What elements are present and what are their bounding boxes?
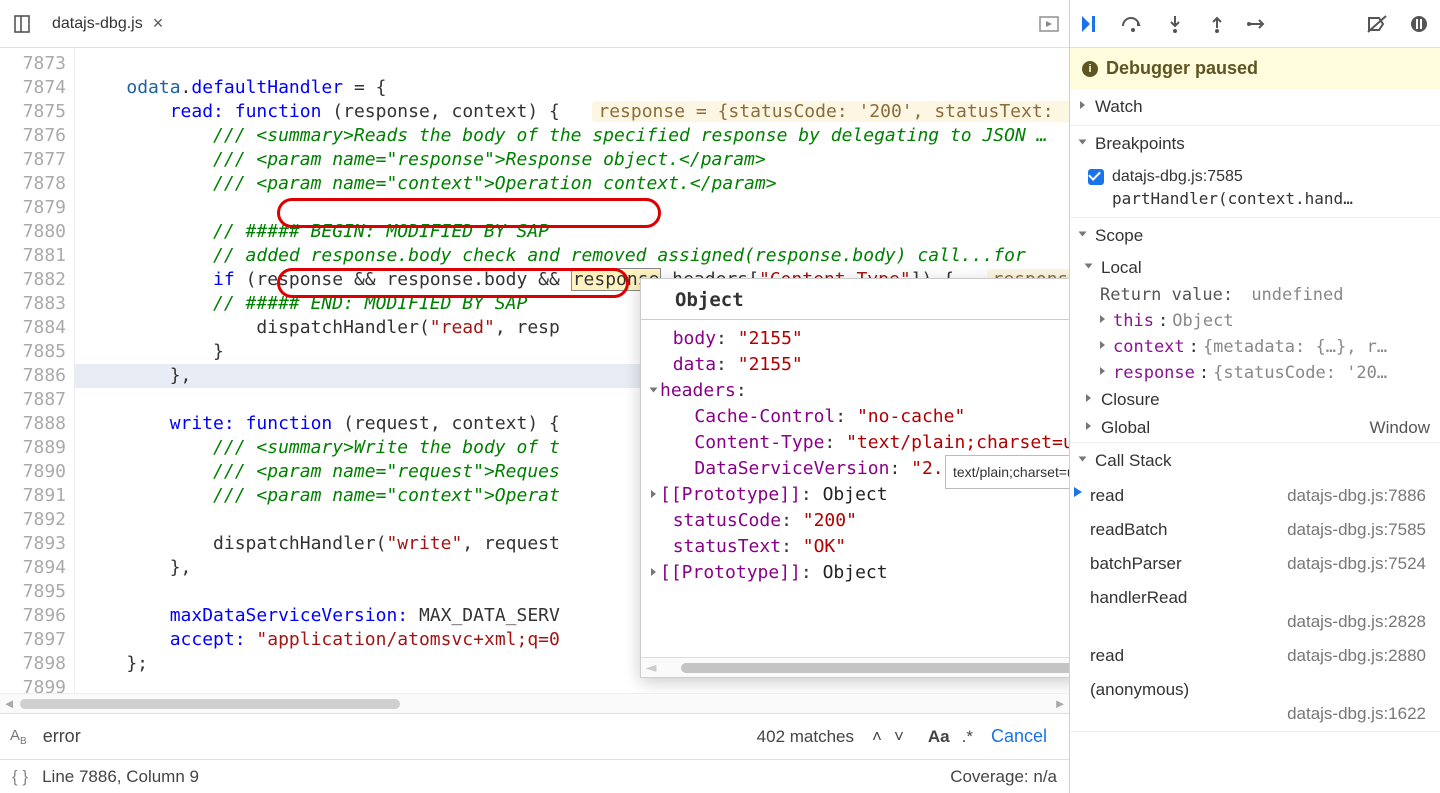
scroll-left-icon[interactable]: ◄ bbox=[0, 696, 18, 711]
code-editor[interactable]: 7873787478757876787778787879788078817882… bbox=[0, 48, 1069, 693]
close-tab-icon[interactable]: × bbox=[153, 13, 164, 34]
callstack-frame[interactable]: readdatajs-dbg.js:7886 bbox=[1070, 479, 1440, 513]
scope-global-value: Window bbox=[1370, 418, 1430, 438]
case-sensitive-button[interactable]: Aa bbox=[928, 727, 950, 747]
callstack-frame[interactable]: handlerReaddatajs-dbg.js:2828 bbox=[1070, 581, 1440, 639]
scope-closure-label: Closure bbox=[1101, 390, 1160, 410]
chevron-down-icon bbox=[1079, 140, 1087, 145]
step-over-button[interactable] bbox=[1120, 11, 1146, 37]
step-into-button[interactable] bbox=[1162, 11, 1188, 37]
info-icon: i bbox=[1082, 61, 1098, 77]
resume-button[interactable] bbox=[1078, 11, 1104, 37]
scope-local-header[interactable]: Local bbox=[1070, 254, 1440, 282]
file-tab[interactable]: datajs-dbg.js × bbox=[40, 0, 175, 47]
scope-variable[interactable]: context: {metadata: {…}, r… bbox=[1070, 334, 1440, 360]
scrollbar-thumb[interactable] bbox=[681, 663, 1069, 673]
search-bar: AB 402 matches ˄ ˅ Aa .* Cancel bbox=[0, 713, 1069, 759]
popup-body[interactable]: body: "2155" data: "2155"headers: Cache-… bbox=[641, 320, 1069, 657]
watch-section-header[interactable]: Watch bbox=[1070, 89, 1440, 125]
chevron-right-icon bbox=[1086, 394, 1091, 402]
object-inspector-popup[interactable]: Object body: "2155" data: "2155"headers:… bbox=[640, 278, 1069, 678]
debugger-toolbar bbox=[1070, 0, 1440, 48]
debugger-panel: i Debugger paused Watch Breakpoints data… bbox=[1070, 0, 1440, 793]
popup-title: Object bbox=[641, 279, 1069, 320]
coverage-label: Coverage: n/a bbox=[950, 767, 1057, 787]
callstack-frame[interactable]: readdatajs-dbg.js:2880 bbox=[1070, 639, 1440, 673]
search-matches-label: 402 matches bbox=[757, 727, 854, 747]
breakpoints-section-label: Breakpoints bbox=[1095, 134, 1185, 154]
watch-section-label: Watch bbox=[1095, 97, 1143, 117]
chevron-right-icon bbox=[1086, 422, 1091, 430]
scope-global-label: Global bbox=[1101, 418, 1150, 438]
chevron-right-icon bbox=[1080, 101, 1085, 109]
show-function-icon[interactable] bbox=[1037, 12, 1061, 36]
step-out-button[interactable] bbox=[1204, 11, 1230, 37]
tabs-bar: datajs-dbg.js × bbox=[0, 0, 1069, 48]
scrollbar-thumb[interactable] bbox=[20, 699, 400, 709]
line-gutter: 7873787478757876787778787879788078817882… bbox=[0, 48, 75, 693]
deactivate-breakpoints-button[interactable] bbox=[1364, 11, 1390, 37]
scope-variable[interactable]: this: Object bbox=[1070, 308, 1440, 334]
regex-button[interactable]: .* bbox=[962, 727, 973, 747]
file-navigator-button[interactable] bbox=[12, 12, 36, 36]
pause-on-exceptions-button[interactable] bbox=[1406, 11, 1432, 37]
callstack-frame[interactable]: (anonymous)datajs-dbg.js:1622 bbox=[1070, 673, 1440, 731]
file-tab-label: datajs-dbg.js bbox=[52, 15, 143, 33]
next-match-button[interactable]: ˅ bbox=[894, 727, 904, 747]
scope-section-header[interactable]: Scope bbox=[1070, 218, 1440, 254]
code-content[interactable]: odata.defaultHandler = { read: function … bbox=[75, 48, 1069, 693]
code-scrollbar-horizontal[interactable]: ◄ ► bbox=[0, 693, 1069, 713]
step-button[interactable] bbox=[1246, 11, 1272, 37]
status-bar: { } Line 7886, Column 9 Coverage: n/a bbox=[0, 759, 1069, 793]
chevron-down-icon bbox=[1079, 457, 1087, 462]
breakpoint-checkbox[interactable] bbox=[1088, 169, 1104, 185]
scope-return-value: Return value: undefined bbox=[1070, 282, 1440, 308]
callstack-section-header[interactable]: Call Stack bbox=[1070, 443, 1440, 479]
scope-local-label: Local bbox=[1101, 258, 1142, 278]
value-tooltip: text/plain;charset=utf-8 bbox=[945, 455, 1069, 489]
scope-closure-header[interactable]: Closure bbox=[1070, 386, 1440, 414]
cancel-search-button[interactable]: Cancel bbox=[991, 726, 1047, 747]
scroll-left-icon[interactable]: ◄ bbox=[641, 657, 661, 678]
scope-variable[interactable]: response: {statusCode: '20… bbox=[1070, 360, 1440, 386]
cursor-position-label: Line 7886, Column 9 bbox=[42, 767, 199, 787]
pretty-print-icon[interactable]: { } bbox=[12, 767, 28, 787]
scope-global-header[interactable]: Global Window bbox=[1070, 414, 1440, 442]
breakpoint-item[interactable]: datajs-dbg.js:7585partHandler(context.ha… bbox=[1070, 162, 1440, 217]
chevron-down-icon bbox=[1085, 264, 1093, 269]
debugger-paused-banner: i Debugger paused bbox=[1070, 48, 1440, 89]
callstack-frame[interactable]: readBatchdatajs-dbg.js:7585 bbox=[1070, 513, 1440, 547]
debugger-paused-label: Debugger paused bbox=[1106, 58, 1258, 79]
replace-toggle-icon[interactable]: AB bbox=[10, 727, 27, 747]
breakpoints-section-header[interactable]: Breakpoints bbox=[1070, 126, 1440, 162]
callstack-section-label: Call Stack bbox=[1095, 451, 1172, 471]
search-input[interactable] bbox=[39, 720, 745, 753]
scope-section-label: Scope bbox=[1095, 226, 1143, 246]
scroll-right-icon[interactable]: ► bbox=[1051, 696, 1069, 711]
popup-scrollbar-horizontal[interactable]: ◄ ► bbox=[641, 657, 1069, 677]
chevron-down-icon bbox=[1079, 232, 1087, 237]
callstack-frame[interactable]: batchParserdatajs-dbg.js:7524 bbox=[1070, 547, 1440, 581]
prev-match-button[interactable]: ˄ bbox=[872, 727, 882, 747]
